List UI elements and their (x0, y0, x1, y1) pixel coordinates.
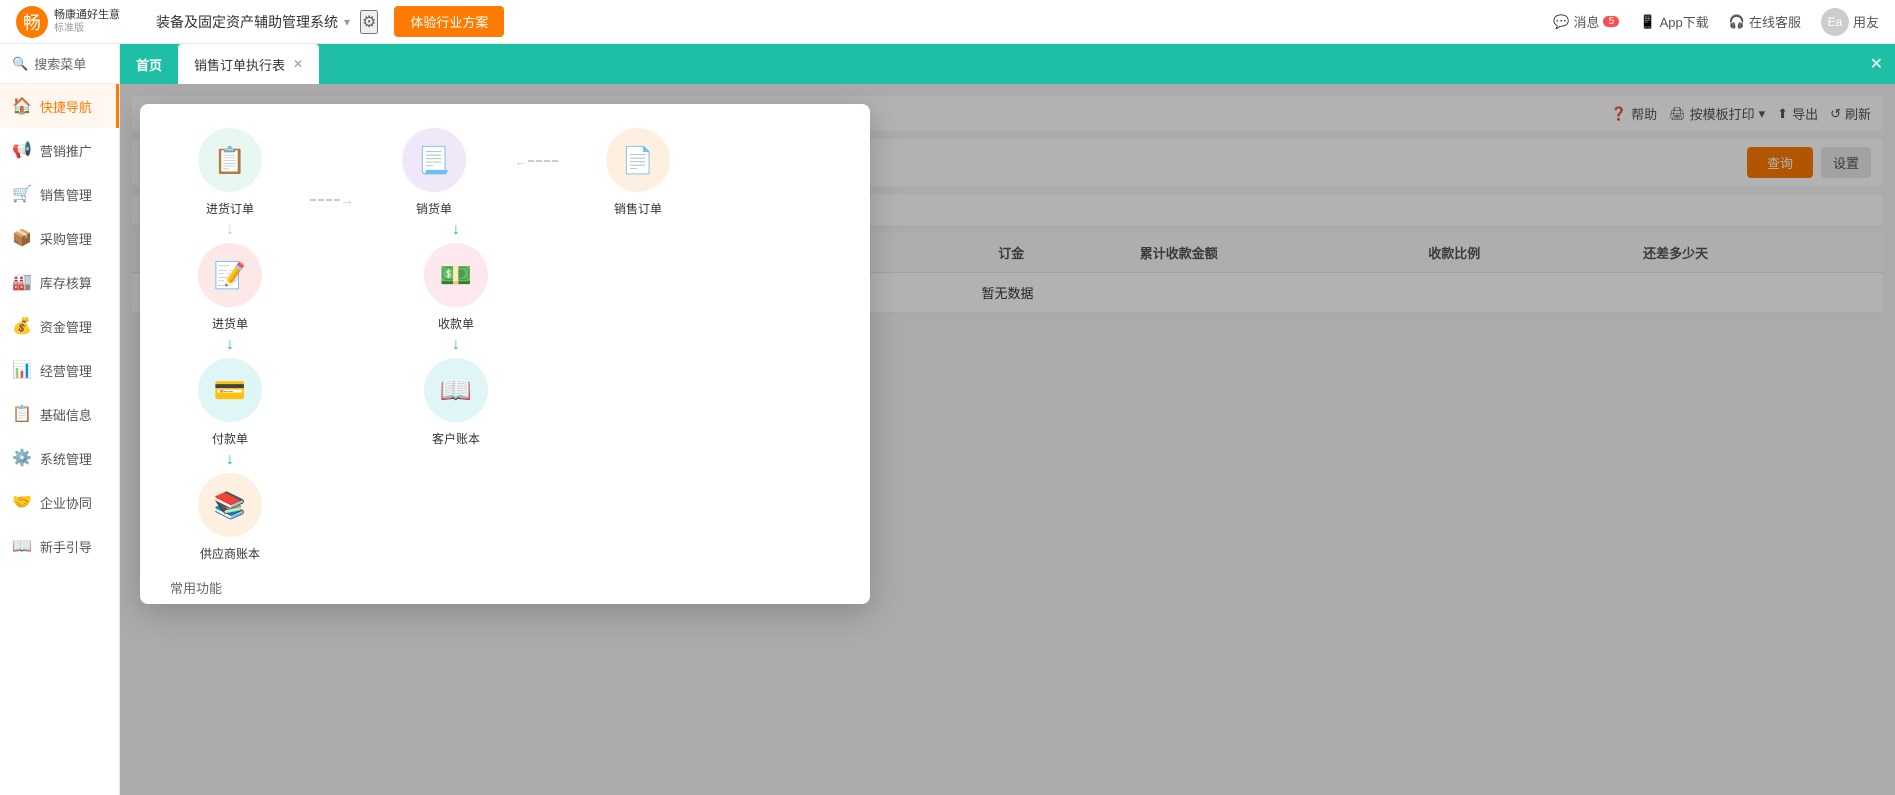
sales-bill-node[interactable]: 📃 销货单 (374, 128, 494, 217)
arrow-down-2: ↓ (226, 336, 234, 354)
receipt-bill-node[interactable]: 💵 收款单 (396, 243, 516, 332)
search-menu-button[interactable]: 🔍 搜索菜单 (0, 44, 119, 84)
logo-area: 畅 畅康通好生意 标准版 (16, 6, 136, 38)
common-functions-title: 常用功能 (170, 578, 840, 597)
arrow-down-sales: ↓ (452, 221, 460, 239)
top-right-actions: 💬 消息 5 📱 App下载 🎧 在线客服 Ea 用友 (1553, 8, 1879, 36)
modal-content: 📋 进货订单 ↓ 📝 进货单 ↓ (140, 104, 870, 604)
sales-order-circle: 📄 (606, 128, 670, 192)
purchase-icon: 📦 (12, 228, 32, 248)
close-all-tabs-icon[interactable]: ✕ (1870, 54, 1883, 74)
modal-overlay[interactable]: 📋 进货订单 ↓ 📝 进货单 ↓ (120, 84, 1895, 795)
receipt-bill-circle: 💵 (424, 243, 488, 307)
receipt-bill-label: 收款单 (438, 315, 474, 332)
logo-icon: 畅 (16, 6, 48, 38)
system-icon: ⚙️ (12, 448, 32, 468)
payment-bill-label: 付款单 (212, 430, 248, 447)
finance-icon: 💰 (12, 316, 32, 336)
dashed-arrow-right: ← (514, 153, 558, 169)
h-arrows-col: → (310, 128, 354, 562)
purchase-bill-node[interactable]: 📝 进货单 (170, 243, 290, 332)
sidebar-item-quick-nav[interactable]: 🏠 快捷导航 (0, 84, 119, 128)
sidebar-item-finance[interactable]: 💰 资金管理 (0, 304, 119, 348)
left-flow-col: 📋 进货订单 ↓ 📝 进货单 ↓ (170, 128, 290, 562)
online-service-button[interactable]: 🎧 在线客服 (1729, 12, 1801, 31)
sales-icon: 🛒 (12, 184, 32, 204)
sidebar-item-system[interactable]: ⚙️ 系统管理 (0, 436, 119, 480)
sales-order-label: 销售订单 (614, 200, 662, 217)
customer-ledger-circle: 📖 (424, 358, 488, 422)
service-icon: 🎧 (1729, 14, 1745, 30)
main-layout: 🔍 搜索菜单 🏠 快捷导航 📢 营销推广 🛒 销售管理 📦 采购管理 🏭 (0, 44, 1895, 795)
sidebar-item-enterprise[interactable]: 🤝 企业协同 (0, 480, 119, 524)
sidebar-item-marketing[interactable]: 📢 营销推广 (0, 128, 119, 172)
tab-bar-right: ✕ (1870, 54, 1895, 74)
receipt-col: ↓ 💵 收款单 ↓ 📖 (396, 217, 516, 447)
search-icon: 🔍 (12, 56, 28, 72)
supplier-ledger-label: 供应商账本 (200, 545, 260, 562)
purchase-order-circle: 📋 (198, 128, 262, 192)
right-flow-col: 📃 销货单 ← 📄 (374, 128, 698, 562)
payment-bill-node[interactable]: 💳 付款单 (170, 358, 290, 447)
sidebar-item-inventory[interactable]: 🏭 库存核算 (0, 260, 119, 304)
sidebar-item-sales[interactable]: 🛒 销售管理 (0, 172, 119, 216)
tab-sales-order-exec[interactable]: 销售订单执行表 ✕ (178, 44, 319, 84)
supplier-ledger-circle: 📚 (198, 473, 262, 537)
payment-bill-circle: 💳 (198, 358, 262, 422)
enterprise-icon: 🤝 (12, 492, 32, 512)
purchase-bill-circle: 📝 (198, 243, 262, 307)
download-icon: 📱 (1639, 14, 1655, 30)
app-container: 畅 畅康通好生意 标准版 装备及固定资产辅助管理系统 ▾ ⚙ 体验行业方案 💬 … (0, 0, 1895, 795)
marketing-icon: 📢 (12, 140, 32, 160)
logo-text: 畅康通好生意 标准版 (54, 8, 120, 35)
quick-nav-modal: 📋 进货订单 ↓ 📝 进货单 ↓ (140, 104, 870, 604)
home-icon: 🏠 (12, 96, 32, 116)
h-arrow-1: → (310, 192, 354, 208)
purchase-bill-label: 进货单 (212, 315, 248, 332)
flowchart: 📋 进货订单 ↓ 📝 进货单 ↓ (170, 128, 840, 562)
sales-bill-circle: 📃 (402, 128, 466, 192)
message-badge: 5 (1603, 16, 1619, 27)
basic-icon: 📋 (12, 404, 32, 424)
customer-ledger-node[interactable]: 📖 客户账本 (396, 358, 516, 447)
system-dropdown-icon[interactable]: ▾ (344, 15, 350, 29)
inventory-icon: 🏭 (12, 272, 32, 292)
sales-order-node[interactable]: 📄 销售订单 (578, 128, 698, 217)
bottom-right-section: ↓ 💵 收款单 ↓ 📖 (396, 217, 676, 447)
system-title: 装备及固定资产辅助管理系统 ▾ (156, 12, 350, 32)
arrow-down-3: ↓ (226, 451, 234, 469)
page-content: ❓ 帮助 🖨 按模板打印 ▾ ⬆ 导出 ↺ (120, 84, 1895, 795)
avatar: Ea (1821, 8, 1849, 36)
arrow-down-1: ↓ (226, 221, 234, 239)
user-menu[interactable]: Ea 用友 (1821, 8, 1879, 36)
content-area: 首页 销售订单执行表 ✕ ✕ ❓ 帮助 (120, 44, 1895, 795)
message-button[interactable]: 💬 消息 5 (1553, 12, 1619, 31)
sidebar-item-basic[interactable]: 📋 基础信息 (0, 392, 119, 436)
top-bar: 畅 畅康通好生意 标准版 装备及固定资产辅助管理系统 ▾ ⚙ 体验行业方案 💬 … (0, 0, 1895, 44)
sidebar-item-newbie[interactable]: 📖 新手引导 (0, 524, 119, 568)
customer-ledger-label: 客户账本 (432, 430, 480, 447)
sidebar: 🔍 搜索菜单 🏠 快捷导航 📢 营销推广 🛒 销售管理 📦 采购管理 🏭 (0, 44, 120, 795)
tab-bar: 首页 销售订单执行表 ✕ ✕ (120, 44, 1895, 84)
operations-icon: 📊 (12, 360, 32, 380)
arrow-down-receipt: ↓ (452, 336, 460, 354)
sales-bill-label: 销货单 (416, 200, 452, 217)
common-functions: 常用功能 商品 往来单位 现存量(库存状况表) 现存量(库存分布表) 销售毛利分… (170, 578, 840, 604)
newbie-icon: 📖 (12, 536, 32, 556)
trial-button[interactable]: 体验行业方案 (394, 6, 504, 37)
h-arrow-row-1: → (310, 152, 354, 248)
tab-home[interactable]: 首页 (120, 44, 178, 84)
tab-close-icon[interactable]: ✕ (293, 57, 303, 71)
purchase-order-label: 进货订单 (206, 200, 254, 217)
settings-icon[interactable]: ⚙ (360, 10, 378, 34)
purchase-order-node[interactable]: 📋 进货订单 (170, 128, 290, 217)
sidebar-item-operations[interactable]: 📊 经营管理 (0, 348, 119, 392)
app-download-button[interactable]: 📱 App下载 (1639, 12, 1708, 31)
supplier-ledger-node[interactable]: 📚 供应商账本 (170, 473, 290, 562)
sidebar-item-purchase[interactable]: 📦 采购管理 (0, 216, 119, 260)
top-right-row: 📃 销货单 ← 📄 (374, 128, 698, 217)
message-icon: 💬 (1553, 14, 1569, 30)
